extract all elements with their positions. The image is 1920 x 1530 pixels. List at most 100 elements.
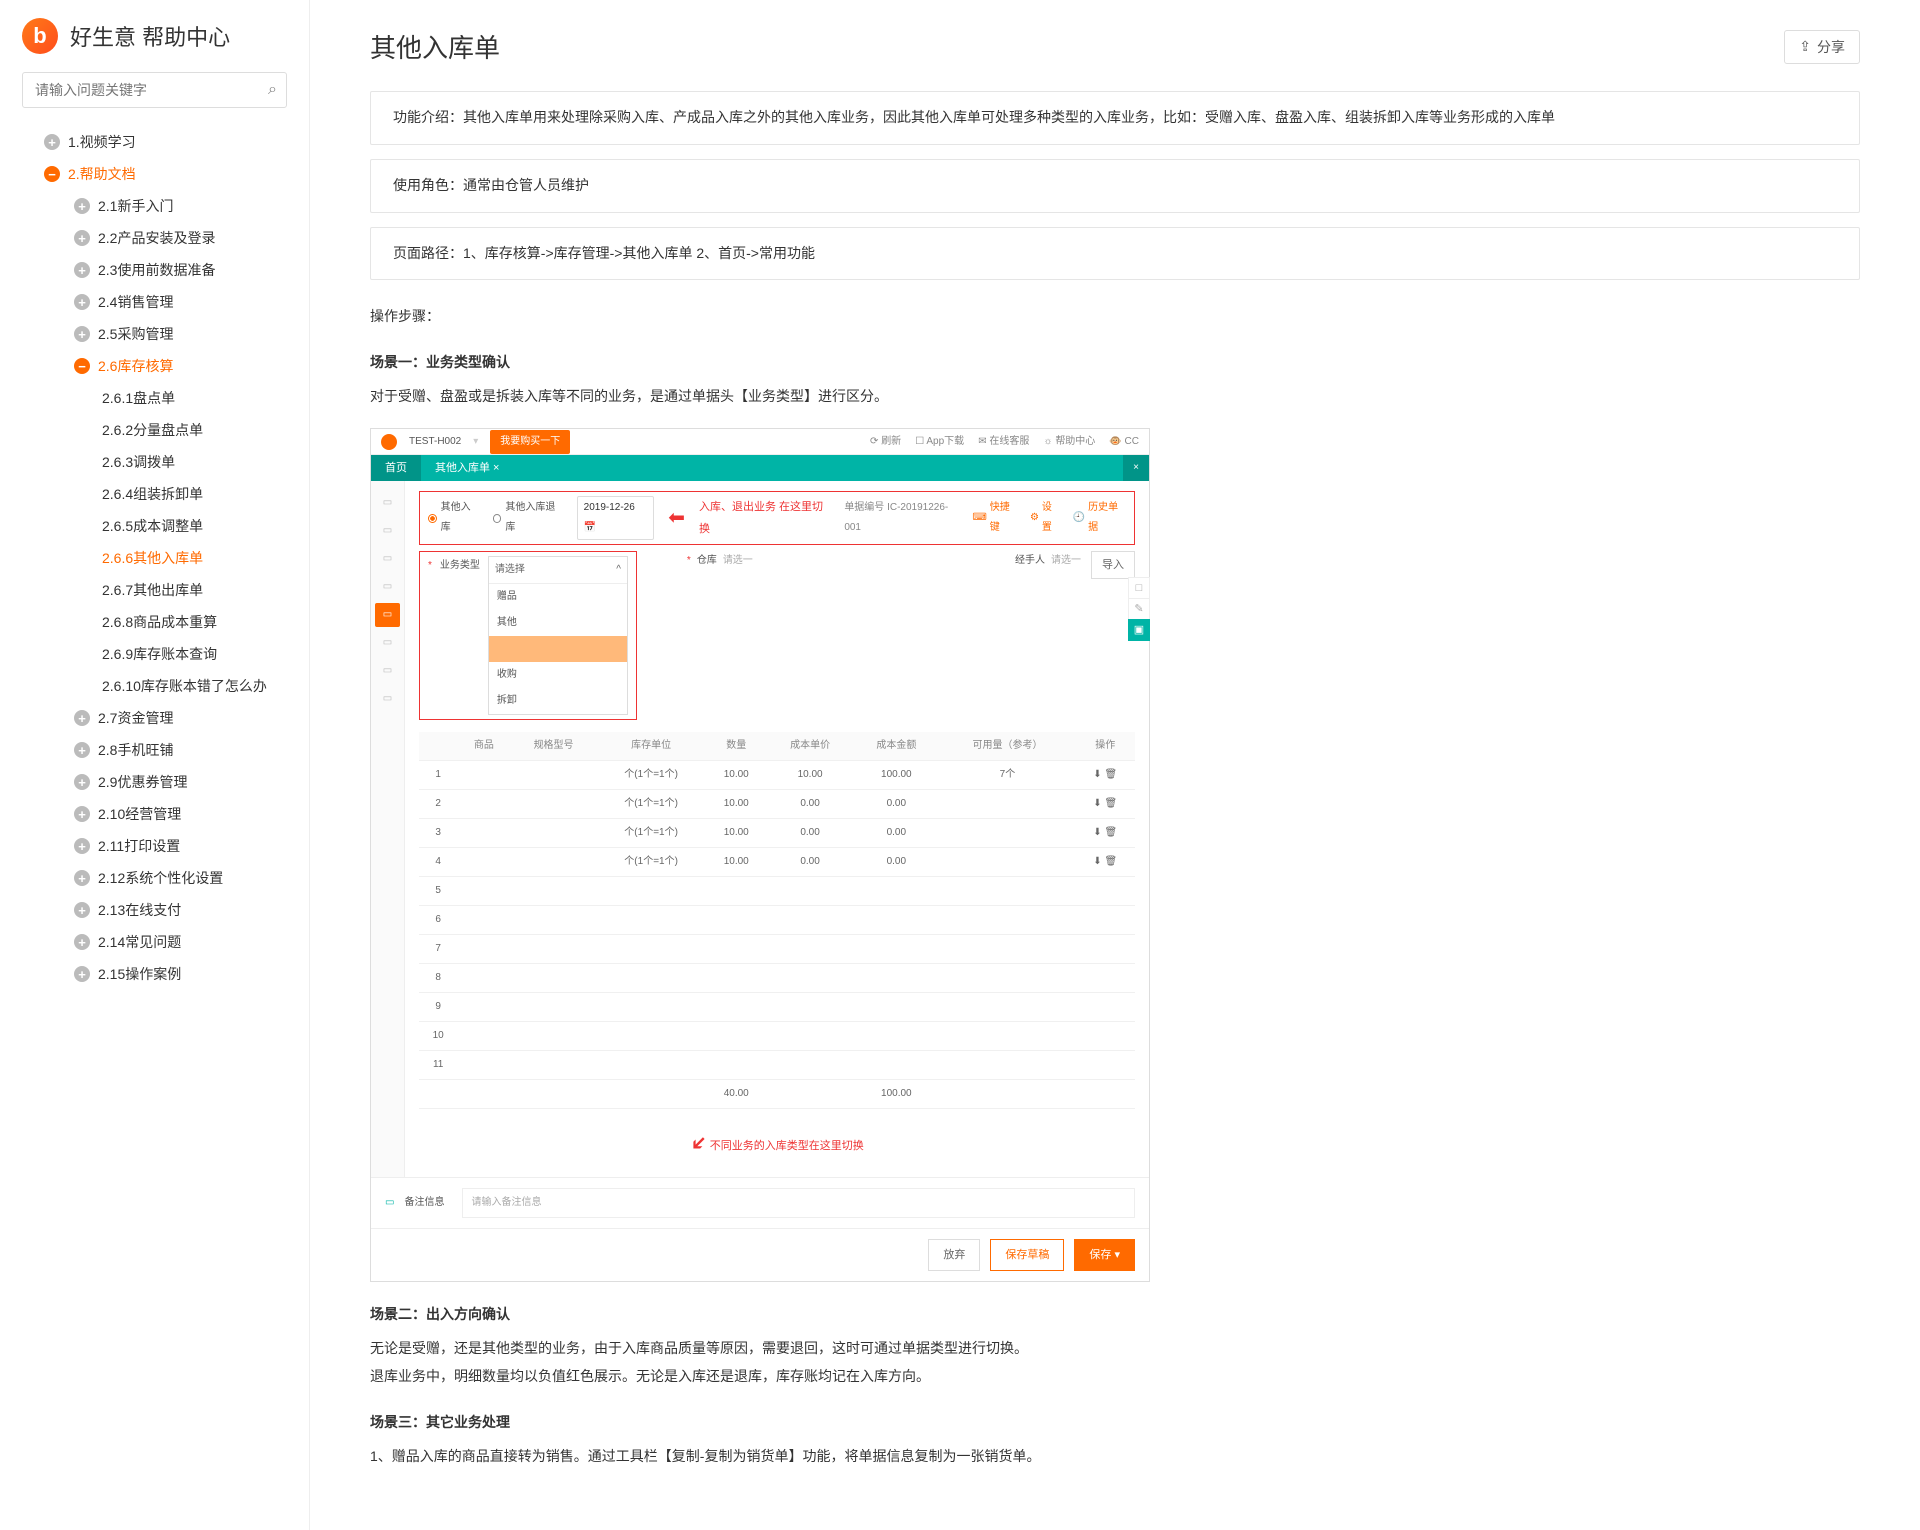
search-input[interactable]: [22, 72, 287, 108]
scene2-body2: 退库业务中，明细数量均以负值红色展示。无论是入库还是退库，库存账均记在入库方向。: [370, 1362, 1860, 1390]
search-icon[interactable]: ⌕: [268, 81, 277, 99]
ss-radio-out: 其他入库退库: [493, 498, 563, 538]
nav-item[interactable]: +1.视频学习: [22, 126, 287, 158]
nav-item[interactable]: 2.6.3调拨单: [22, 446, 287, 478]
nav-label: 1.视频学习: [68, 126, 136, 158]
nav-label: 2.1新手入门: [98, 190, 173, 222]
plus-icon: +: [74, 966, 90, 982]
ss-action-bar: 放弃 保存草稿 保存 ▾: [371, 1228, 1149, 1281]
ss-cancel-btn: 放弃: [928, 1239, 980, 1271]
rail-icon: ▭: [371, 657, 404, 685]
nav-item[interactable]: 2.6.8商品成本重算: [22, 606, 287, 638]
ss-biztype-label: 业务类型: [440, 556, 480, 576]
plus-icon: +: [74, 230, 90, 246]
nav-item[interactable]: 2.6.4组装拆卸单: [22, 478, 287, 510]
nav-item[interactable]: +2.12系统个性化设置: [22, 862, 287, 894]
nav-label: 2.6.7其他出库单: [102, 574, 203, 606]
plus-icon: +: [44, 134, 60, 150]
plus-icon: +: [74, 326, 90, 342]
share-button[interactable]: ⇪ 分享: [1784, 30, 1860, 64]
rail-icon: ▭: [371, 545, 404, 573]
nav-item[interactable]: +2.14常见问题: [22, 926, 287, 958]
nav-item[interactable]: +2.15操作案例: [22, 958, 287, 990]
rail-icon: ▭: [371, 629, 404, 657]
nav-item[interactable]: 2.6.6其他入库单: [22, 542, 287, 574]
plus-icon: +: [74, 774, 90, 790]
article-body: 操作步骤： 场景一：业务类型确认 对于受赠、盘盈或是拆装入库等不同的业务，是通过…: [370, 302, 1860, 1470]
nav-item[interactable]: 2.6.10库存账本错了怎么办: [22, 670, 287, 702]
sidebar: b 好生意 帮助中心 ⌕ +1.视频学习−2.帮助文档+2.1新手入门+2.2产…: [0, 0, 310, 1530]
nav-label: 2.6.5成本调整单: [102, 510, 203, 542]
nav-item[interactable]: +2.9优惠券管理: [22, 766, 287, 798]
nav-label: 2.帮助文档: [68, 158, 136, 190]
scene1-body: 对于受赠、盘盈或是拆装入库等不同的业务，是通过单据头【业务类型】进行区分。: [370, 382, 1860, 410]
scene1-title: 场景一：业务类型确认: [370, 348, 1860, 376]
plus-icon: +: [74, 934, 90, 950]
minus-icon: −: [44, 166, 60, 182]
rail-icon: ▭: [371, 489, 404, 517]
search-box: ⌕: [22, 72, 287, 108]
main-content: 其他入库单 ⇪ 分享 功能介绍：其他入库单用来处理除采购入库、产成品入库之外的其…: [310, 0, 1920, 1530]
share-icon: ⇪: [1799, 38, 1811, 55]
nav-item[interactable]: 2.6.2分量盘点单: [22, 414, 287, 446]
plus-icon: +: [74, 838, 90, 854]
ss-topbar: TEST-H002 ▾ 我要购买一下 ⟳ 刷新 ☐ App下载 ✉ 在线客服 ☼…: [371, 429, 1149, 455]
nav-label: 2.9优惠券管理: [98, 766, 187, 798]
nav-label: 2.6.6其他入库单: [102, 542, 203, 574]
nav-item[interactable]: +2.10经营管理: [22, 798, 287, 830]
share-label: 分享: [1817, 37, 1845, 57]
nav-item[interactable]: +2.2产品安装及登录: [22, 222, 287, 254]
nav-label: 2.14常见问题: [98, 926, 181, 958]
steps-label: 操作步骤：: [370, 302, 1860, 330]
nav-label: 2.6.2分量盘点单: [102, 414, 203, 446]
nav-label: 2.6.1盘点单: [102, 382, 175, 414]
plus-icon: +: [74, 742, 90, 758]
ss-import-btn: 导入: [1091, 551, 1135, 579]
ss-radio-in: 其他入库: [428, 498, 479, 538]
nav-item[interactable]: +2.11打印设置: [22, 830, 287, 862]
path-box: 页面路径：1、库存核算->库存管理->其他入库单 2、首页->常用功能: [370, 227, 1860, 281]
ss-biztype-dropdown: 请选择^ 赠品其他 收购拆卸: [488, 556, 628, 715]
nav-item[interactable]: +2.7资金管理: [22, 702, 287, 734]
nav-item[interactable]: −2.6库存核算: [22, 350, 287, 382]
nav-label: 2.4销售管理: [98, 286, 173, 318]
embedded-screenshot: TEST-H002 ▾ 我要购买一下 ⟳ 刷新 ☐ App下载 ✉ 在线客服 ☼…: [370, 428, 1150, 1282]
title-bar: 其他入库单 ⇪ 分享: [370, 28, 1860, 65]
nav-label: 2.10经营管理: [98, 798, 181, 830]
role-label: 使用角色：: [393, 177, 463, 193]
nav-label: 2.6.9库存账本查询: [102, 638, 217, 670]
scene2-title: 场景二：出入方向确认: [370, 1300, 1860, 1328]
plus-icon: +: [74, 294, 90, 310]
nav-label: 2.7资金管理: [98, 702, 173, 734]
rail-icon: ▭: [371, 517, 404, 545]
ss-tabbar: 首页 其他入库单 × ×: [371, 455, 1149, 481]
nav-item[interactable]: +2.3使用前数据准备: [22, 254, 287, 286]
ss-tab-home: 首页: [371, 455, 421, 481]
intro-label: 功能介绍：: [393, 109, 463, 125]
nav-item[interactable]: +2.1新手入门: [22, 190, 287, 222]
logo-row: b 好生意 帮助中心: [22, 18, 287, 54]
plus-icon: +: [74, 198, 90, 214]
nav-item[interactable]: +2.4销售管理: [22, 286, 287, 318]
ss-side-toolbar: □ ✎ ▣: [1128, 577, 1150, 640]
nav-tree: +1.视频学习−2.帮助文档+2.1新手入门+2.2产品安装及登录+2.3使用前…: [22, 126, 287, 990]
ss-content: □ ✎ ▣ 其他入库 其他入库退库 2019-12-26 📅 ⬅ 入库、退出业务…: [405, 481, 1149, 1177]
rail-icon: ▭: [371, 685, 404, 713]
nav-item[interactable]: +2.8手机旺铺: [22, 734, 287, 766]
nav-item[interactable]: 2.6.7其他出库单: [22, 574, 287, 606]
nav-item[interactable]: 2.6.1盘点单: [22, 382, 287, 414]
scene3-body: 1、赠品入库的商品直接转为销售。通过工具栏【复制-复制为销货单】功能，将单据信息…: [370, 1442, 1860, 1470]
ss-tab-current: 其他入库单 ×: [421, 455, 513, 481]
intro-box: 功能介绍：其他入库单用来处理除采购入库、产成品入库之外的其他入库业务，因此其他入…: [370, 91, 1860, 145]
nav-item[interactable]: +2.13在线支付: [22, 894, 287, 926]
plus-icon: +: [74, 710, 90, 726]
nav-label: 2.6.3调拨单: [102, 446, 175, 478]
nav-item[interactable]: 2.6.9库存账本查询: [22, 638, 287, 670]
nav-item[interactable]: +2.5采购管理: [22, 318, 287, 350]
nav-label: 2.8手机旺铺: [98, 734, 173, 766]
nav-item[interactable]: −2.帮助文档: [22, 158, 287, 190]
nav-item[interactable]: 2.6.5成本调整单: [22, 510, 287, 542]
ss-date: 2019-12-26 📅: [577, 496, 655, 540]
sidetool-icon-active: ▣: [1128, 619, 1150, 641]
rail-icon: ▭: [371, 573, 404, 601]
